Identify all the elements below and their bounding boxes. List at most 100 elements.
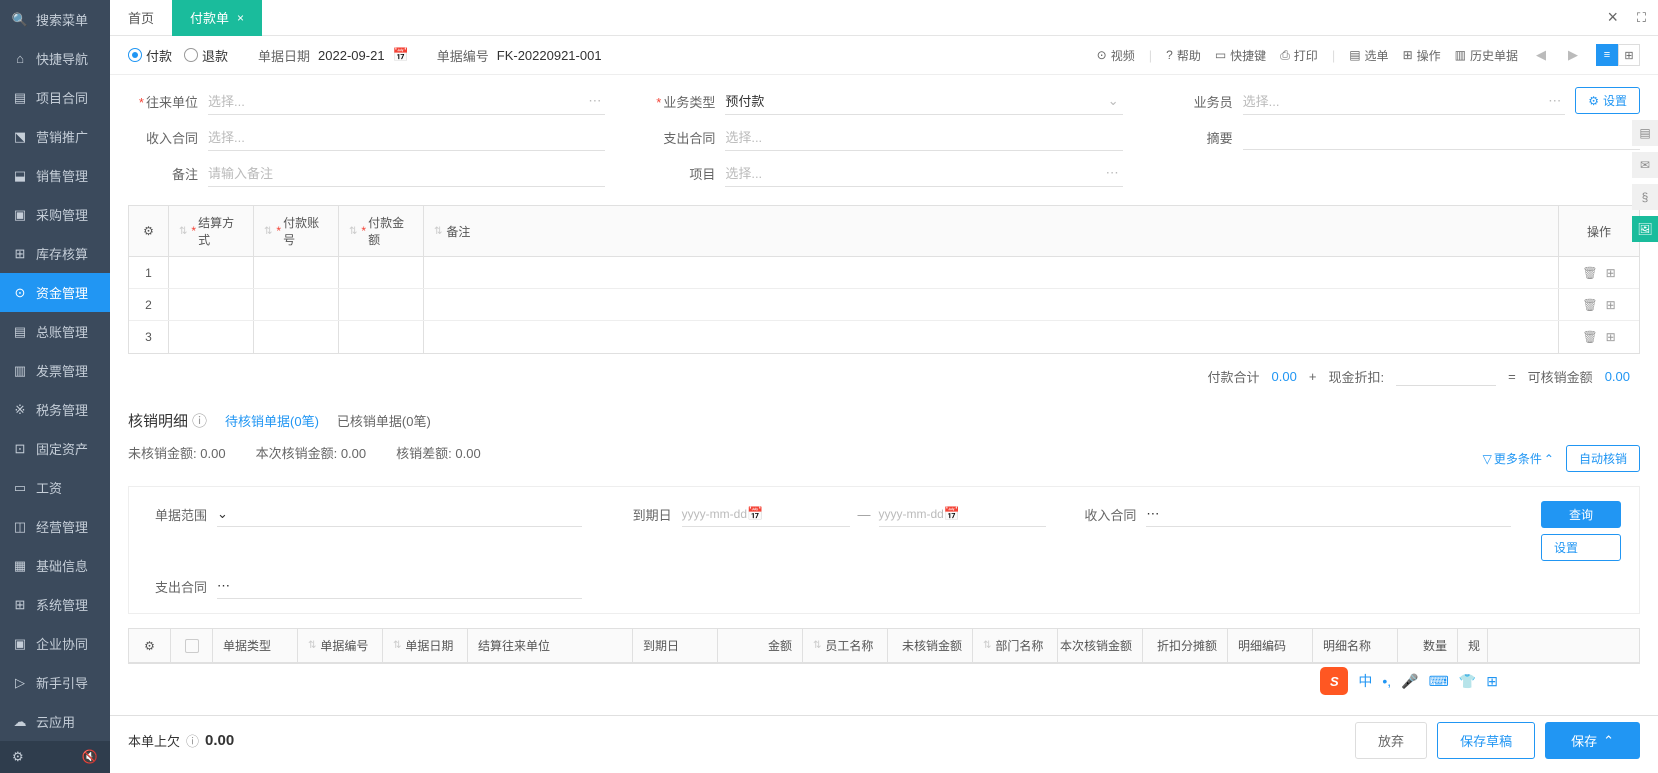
- operate-link[interactable]: ⊞操作: [1403, 47, 1441, 64]
- save-draft-button[interactable]: 保存草稿: [1437, 722, 1535, 759]
- settings-button[interactable]: ⚙设置: [1575, 87, 1640, 114]
- radio-refund[interactable]: 退款: [184, 46, 228, 65]
- query-button[interactable]: 查询: [1541, 501, 1621, 528]
- gear-icon[interactable]: ⚙: [12, 749, 24, 765]
- grid-row[interactable]: 3 🗑⊞: [129, 321, 1639, 353]
- delete-icon[interactable]: 🗑: [1582, 298, 1597, 312]
- col-thiswrite[interactable]: 本次核销金额: [1058, 629, 1143, 662]
- ime-zh-icon[interactable]: 中: [1358, 671, 1372, 691]
- sidebar-item-asset[interactable]: ⊡固定资产: [0, 429, 110, 468]
- sidebar-item-collab[interactable]: ▣企业协同: [0, 624, 110, 663]
- copy-icon[interactable]: ⊞: [1606, 330, 1616, 344]
- rail-note-icon[interactable]: ▤: [1632, 120, 1658, 146]
- sidebar-item-invoice[interactable]: ▥发票管理: [0, 351, 110, 390]
- delete-icon[interactable]: 🗑: [1582, 266, 1597, 280]
- sidebar-item-inventory[interactable]: ⊞库存核算: [0, 234, 110, 273]
- chevron-down-icon[interactable]: ⌄: [217, 506, 228, 522]
- biztype-select[interactable]: 预付款⌄: [725, 87, 1122, 115]
- rail-msg-icon[interactable]: ✉: [1632, 152, 1658, 178]
- col-discount-share[interactable]: 折扣分摊额: [1143, 629, 1228, 662]
- detail-gear-icon[interactable]: ⚙: [129, 629, 171, 662]
- more-icon[interactable]: ⋯: [1548, 93, 1561, 109]
- income-contract-input[interactable]: 选择...: [208, 123, 605, 151]
- date-to-input[interactable]: yyyy-mm-dd📅: [879, 501, 1047, 527]
- auto-writeoff-button[interactable]: 自动核销: [1566, 445, 1640, 472]
- menu-link[interactable]: ▤选单: [1349, 47, 1388, 64]
- discard-button[interactable]: 放弃: [1355, 722, 1427, 759]
- calendar-icon[interactable]: 📅: [393, 47, 409, 63]
- col-unwrite[interactable]: 未核销金额: [888, 629, 973, 662]
- radio-pay[interactable]: 付款: [128, 46, 172, 65]
- more-icon[interactable]: ⋯: [217, 578, 230, 594]
- ime-punct-icon[interactable]: •,: [1382, 673, 1391, 689]
- video-link[interactable]: ⊙视频: [1097, 47, 1135, 64]
- tab-home[interactable]: 首页: [110, 0, 172, 36]
- info-icon[interactable]: ⓘ: [186, 731, 199, 750]
- ime-mic-icon[interactable]: 🎤: [1401, 673, 1418, 690]
- prev-arrow-icon[interactable]: ◀: [1532, 45, 1550, 65]
- col-amount[interactable]: 金额: [718, 629, 803, 662]
- volume-icon[interactable]: 🔇: [82, 749, 98, 765]
- history-link[interactable]: ▥历史单据: [1455, 47, 1518, 64]
- sidebar-item-salary[interactable]: ▭工资: [0, 468, 110, 507]
- summary-input[interactable]: [1243, 124, 1640, 150]
- more-filter-link[interactable]: ▽更多条件⌃: [1483, 450, 1554, 467]
- sidebar-item-system[interactable]: ⊞系统管理: [0, 585, 110, 624]
- col-amount[interactable]: ⇅*付款金额: [339, 206, 424, 256]
- sidebar-item-marketing[interactable]: ⬔营销推广: [0, 117, 110, 156]
- fullscreen-icon[interactable]: ⛶: [1637, 10, 1646, 26]
- sidebar-item-project[interactable]: ▤项目合同: [0, 78, 110, 117]
- col-detail-name[interactable]: 明细名称: [1313, 629, 1398, 662]
- sidebar-item-info[interactable]: ▦基础信息: [0, 546, 110, 585]
- copy-icon[interactable]: ⊞: [1606, 298, 1616, 312]
- col-account[interactable]: ⇅*付款账号: [254, 206, 339, 256]
- tab-payment[interactable]: 付款单×: [172, 0, 262, 36]
- sidebar-item-tax[interactable]: ※税务管理: [0, 390, 110, 429]
- col-doctype[interactable]: 单据类型: [213, 629, 298, 662]
- delete-icon[interactable]: 🗑: [1582, 330, 1597, 344]
- tab-done[interactable]: 已核销单据(0笔): [337, 411, 431, 430]
- sidebar-item-cloud[interactable]: ☁云应用: [0, 702, 110, 741]
- sidebar-item-biz[interactable]: ◫经营管理: [0, 507, 110, 546]
- more-icon[interactable]: ⋯: [1106, 165, 1119, 181]
- print-link[interactable]: ⎙打印: [1280, 47, 1318, 64]
- income-contract-filter-input[interactable]: ⋯: [1146, 501, 1511, 527]
- chevron-down-icon[interactable]: ⌄: [1108, 93, 1119, 109]
- salesman-input[interactable]: 选择...⋯: [1243, 87, 1566, 115]
- col-qty[interactable]: 数量: [1398, 629, 1458, 662]
- rail-clip-icon[interactable]: §: [1632, 184, 1658, 210]
- tab-pending[interactable]: 待核销单据(0笔): [225, 411, 319, 430]
- filter-settings-button[interactable]: 设置: [1541, 534, 1621, 561]
- view-grid-button[interactable]: ⊞: [1618, 44, 1640, 66]
- doc-range-select[interactable]: ⌄: [217, 501, 582, 527]
- expense-contract-input[interactable]: 选择...: [725, 123, 1122, 151]
- grid-row[interactable]: 1 🗑⊞: [129, 257, 1639, 289]
- remark-input[interactable]: 请输入备注: [208, 159, 605, 187]
- more-icon[interactable]: ⋯: [1146, 506, 1159, 522]
- calendar-icon[interactable]: 📅: [944, 506, 960, 522]
- col-detail-code[interactable]: 明细编码: [1228, 629, 1313, 662]
- discount-input[interactable]: [1396, 366, 1496, 386]
- sidebar-item-purchase[interactable]: ▣采购管理: [0, 195, 110, 234]
- project-input[interactable]: 选择...⋯: [725, 159, 1122, 187]
- rail-image-icon[interactable]: 🖼: [1632, 216, 1658, 242]
- help-link[interactable]: ?帮助: [1166, 47, 1201, 64]
- col-settle-supplier[interactable]: 结算往来单位: [468, 629, 633, 662]
- close-icon[interactable]: ×: [237, 11, 244, 25]
- sidebar-item-ledger[interactable]: ▤总账管理: [0, 312, 110, 351]
- col-docno[interactable]: ⇅单据编号: [298, 629, 383, 662]
- col-docdate[interactable]: ⇅单据日期: [383, 629, 468, 662]
- grid-row[interactable]: 2 🗑⊞: [129, 289, 1639, 321]
- sogou-logo-icon[interactable]: S: [1320, 667, 1348, 695]
- col-method[interactable]: ⇅*结算方式: [169, 206, 254, 256]
- info-icon[interactable]: ⓘ: [192, 410, 207, 431]
- col-remark[interactable]: ⇅备注: [424, 206, 1559, 256]
- supplier-input[interactable]: 选择...⋯: [208, 87, 605, 115]
- ime-skin-icon[interactable]: 👕: [1459, 673, 1476, 690]
- col-dept[interactable]: ⇅部门名称: [973, 629, 1058, 662]
- col-spec[interactable]: 规: [1458, 629, 1488, 662]
- sidebar-item-guide[interactable]: ▷新手引导: [0, 663, 110, 702]
- calendar-icon[interactable]: 📅: [747, 506, 763, 522]
- date-from-input[interactable]: yyyy-mm-dd📅: [682, 501, 850, 527]
- save-button[interactable]: 保存⌃: [1545, 722, 1640, 759]
